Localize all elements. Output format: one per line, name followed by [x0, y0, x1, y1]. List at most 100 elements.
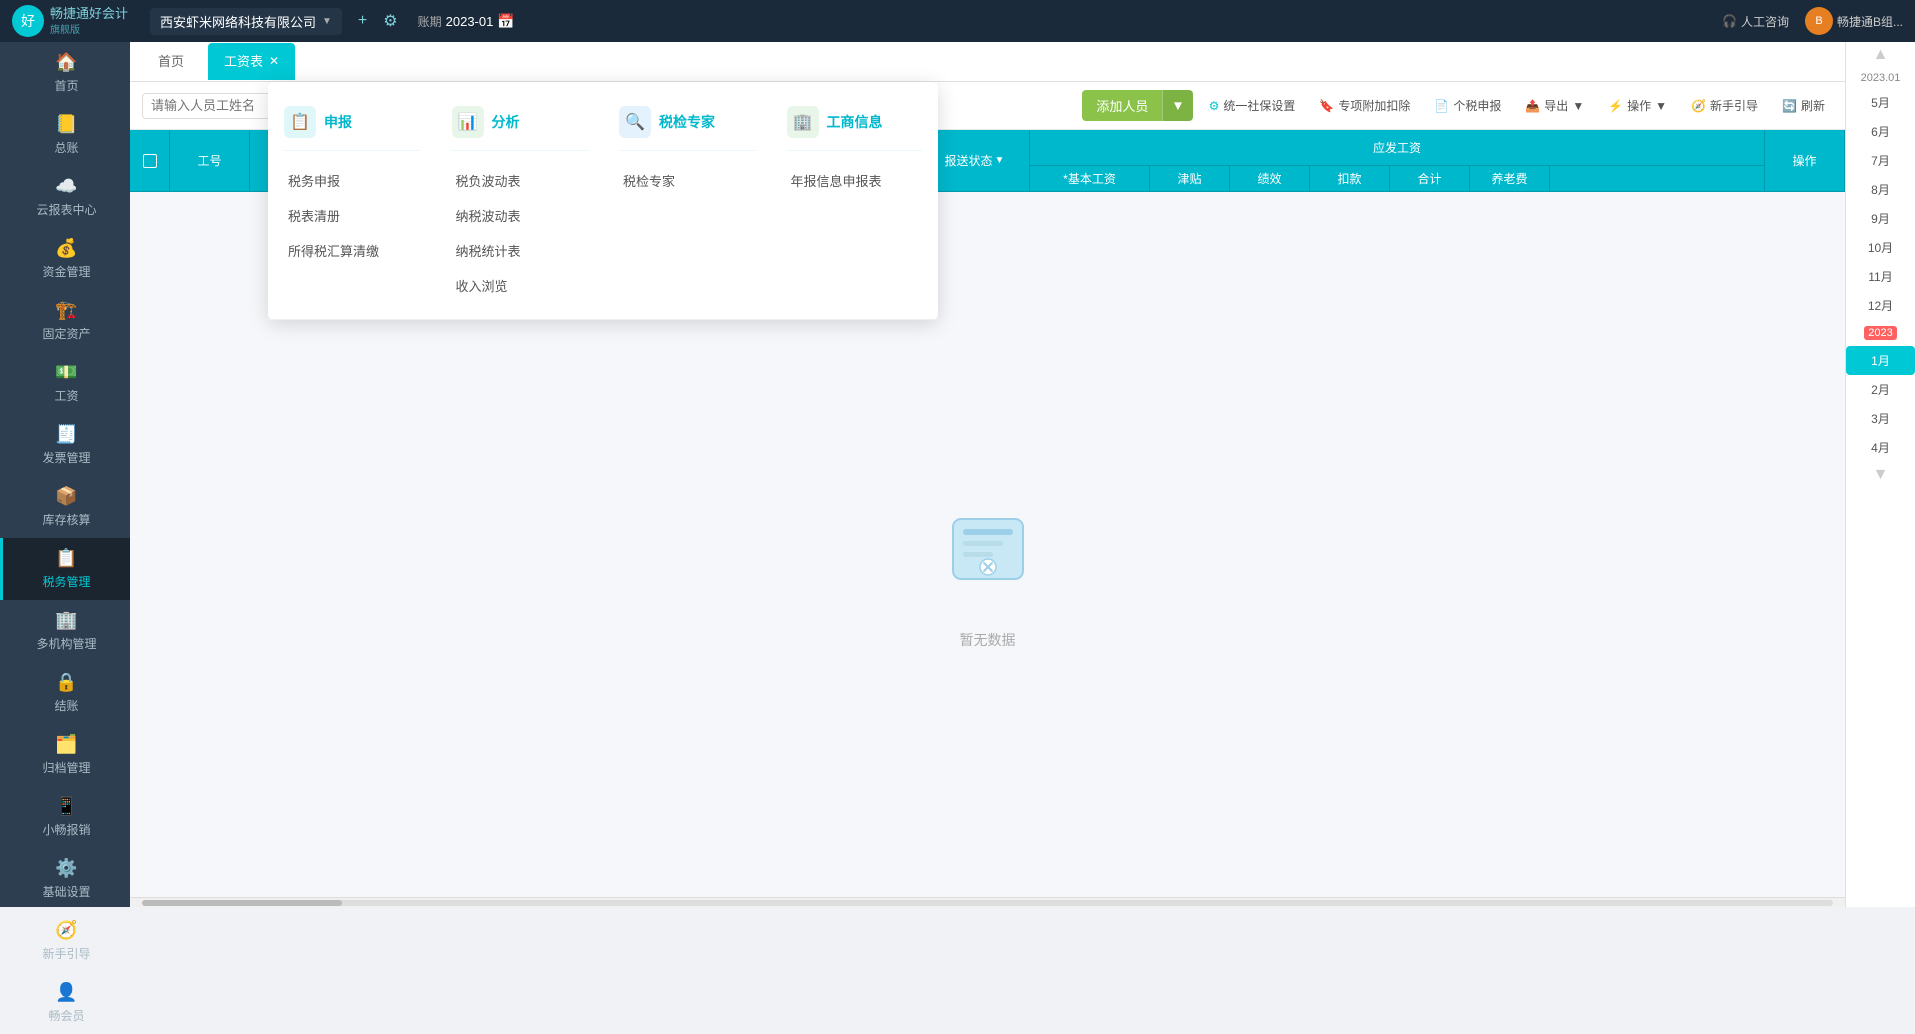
header-actions: + ⚙	[354, 7, 402, 35]
sidebar-label-close-account: 结账	[54, 697, 78, 714]
scrollbar-thumb[interactable]	[142, 900, 342, 906]
sidebar-item-invoice[interactable]: 🧾 发票管理	[0, 414, 130, 476]
period-label: 账期	[418, 13, 442, 30]
calendar-month-6[interactable]: 6月	[1846, 117, 1915, 146]
empty-text: 暂无数据	[960, 630, 1016, 650]
menu-col-declaration-header: 📋 申报	[284, 98, 420, 151]
content-area: 首页 工资表 ✕ 🔍 添加人员 ▼ ⚙ 统一社保设置	[130, 42, 1845, 907]
th-perf[interactable]: 绩效	[1230, 166, 1310, 191]
menu-item-tax-check[interactable]: 税检专家	[619, 163, 755, 198]
panel-down-button[interactable]: ▼	[1869, 462, 1893, 488]
operations-dropdown-icon: ▼	[1655, 99, 1667, 113]
calendar-month-1[interactable]: 1月	[1846, 346, 1915, 375]
calendar-icon[interactable]: 📅	[497, 13, 514, 30]
sidebar-label-multi: 多机构管理	[36, 635, 96, 652]
calendar-month-8[interactable]: 8月	[1846, 175, 1915, 204]
menu-item-tax-stats[interactable]: 纳税统计表	[452, 233, 588, 268]
menu-col-tax-expert-header: 🔍 税检专家	[619, 98, 755, 151]
sidebar-item-assets[interactable]: 🏗️ 固定资产	[0, 290, 130, 352]
calendar-month-4[interactable]: 4月	[1846, 433, 1915, 462]
tab-home[interactable]: 首页	[142, 43, 200, 80]
sidebar-item-ledger[interactable]: 📒 总账	[0, 104, 130, 166]
company-selector[interactable]: 西安虾米网络科技有限公司 ▼	[150, 8, 342, 35]
home-icon: 🏠	[55, 52, 77, 73]
sidebar-item-cloud[interactable]: ☁️ 云报表中心	[0, 166, 130, 228]
tax-icon: 📋	[55, 548, 77, 569]
menu-item-tax-payment[interactable]: 纳税波动表	[452, 198, 588, 233]
th-total[interactable]: 合计	[1390, 166, 1470, 191]
tab-close-button[interactable]: ✕	[269, 54, 279, 68]
header-right: 🎧 人工咨询 B 畅捷通B组...	[1722, 7, 1903, 35]
calendar-month-11[interactable]: 11月	[1846, 262, 1915, 291]
th-check[interactable]	[130, 130, 170, 191]
app-logo-icon: 好	[12, 5, 44, 37]
archive-icon: 🗂️	[55, 734, 77, 755]
th-salary-group-label: 应发工资	[1030, 130, 1764, 166]
headset-icon: 🎧	[1722, 14, 1737, 28]
tab-payroll[interactable]: 工资表 ✕	[208, 43, 295, 80]
export-button[interactable]: 📤 导出 ▼	[1517, 93, 1592, 118]
th-deduct[interactable]: 扣款	[1310, 166, 1390, 191]
sidebar-item-basic[interactable]: ⚙️ 基础设置	[0, 848, 130, 910]
sidebar-label-home: 首页	[54, 77, 78, 94]
human-service-button[interactable]: 🎧 人工咨询	[1722, 13, 1789, 30]
menu-item-tax-table[interactable]: 税表清册	[284, 198, 420, 233]
menu-item-income-calc[interactable]: 所得税汇算清缴	[284, 233, 420, 268]
sidebar-item-close-account[interactable]: 🔒 结账	[0, 662, 130, 724]
empty-icon	[938, 499, 1038, 618]
sidebar-item-tax[interactable]: 📋 税务管理	[0, 538, 130, 600]
operations-button[interactable]: ⚡ 操作 ▼	[1600, 93, 1675, 118]
company-dropdown-icon: ▼	[322, 16, 332, 27]
report-filter-icon: ▼	[995, 155, 1005, 166]
sidebar-item-archive[interactable]: 🗂️ 归档管理	[0, 724, 130, 786]
th-basic[interactable]: *基本工资	[1030, 166, 1150, 191]
add-company-button[interactable]: +	[354, 8, 371, 34]
user-avatar: B	[1805, 7, 1833, 35]
menu-item-annual-report[interactable]: 年报信息申报表	[787, 163, 923, 198]
th-ops[interactable]: 操作	[1765, 130, 1845, 191]
logo-area: 好 畅捷通好会计 旗舰版	[12, 5, 142, 37]
calendar-month-3[interactable]: 3月	[1846, 404, 1915, 433]
calendar-month-2[interactable]: 2月	[1846, 375, 1915, 404]
period-header: 2023.01	[1861, 68, 1901, 88]
sidebar-item-member[interactable]: 👤 畅会员	[0, 972, 130, 1034]
scrollbar-track	[142, 900, 1833, 906]
panel-up-button[interactable]: ▲	[1869, 42, 1893, 68]
tax-return-button[interactable]: 📄 个税申报	[1426, 93, 1509, 118]
sidebar-item-mini[interactable]: 📱 小畅报销	[0, 786, 130, 848]
user-info[interactable]: B 畅捷通B组...	[1805, 7, 1903, 35]
th-id[interactable]: 工号	[170, 130, 250, 191]
tax-expert-header-icon: 🔍	[619, 106, 651, 138]
add-person-main-button[interactable]: 添加人员	[1082, 90, 1162, 121]
settings-button[interactable]: ⚙	[379, 7, 401, 35]
calendar-month-5[interactable]: 5月	[1846, 88, 1915, 117]
sidebar-item-payroll[interactable]: 💵 工资	[0, 352, 130, 414]
guide-button[interactable]: 🧭 新手引导	[1683, 93, 1766, 118]
add-person-split-button[interactable]: ▼	[1162, 90, 1192, 121]
sidebar-item-inventory[interactable]: 📦 库存核算	[0, 476, 130, 538]
menu-item-tax-burden[interactable]: 税负波动表	[452, 163, 588, 198]
menu-item-income-browse[interactable]: 收入浏览	[452, 268, 588, 303]
th-salary-group-container: 应发工资 *基本工资 津贴 绩效 扣款 合计 养老费	[1030, 130, 1765, 191]
add-person-button-group: 添加人员 ▼	[1082, 90, 1192, 121]
sidebar-item-capital[interactable]: 💰 资金管理	[0, 228, 130, 290]
sidebar-label-tax: 税务管理	[42, 573, 90, 590]
calendar-month-10[interactable]: 10月	[1846, 233, 1915, 262]
sidebar-item-guide[interactable]: 🧭 新手引导	[0, 910, 130, 972]
social-insurance-button[interactable]: ⚙ 统一社保设置	[1201, 93, 1304, 118]
sidebar-label-member: 畅会员	[48, 1007, 84, 1024]
sidebar-label-assets: 固定资产	[42, 325, 90, 342]
special-deduct-button[interactable]: 🔖 专项附加扣除	[1311, 93, 1418, 118]
calendar-month-12[interactable]: 12月	[1846, 291, 1915, 320]
menu-item-tax-declare[interactable]: 税务申报	[284, 163, 420, 198]
calendar-month-7[interactable]: 7月	[1846, 146, 1915, 175]
th-allowance[interactable]: 津贴	[1150, 166, 1230, 191]
calendar-month-9[interactable]: 9月	[1846, 204, 1915, 233]
sidebar-item-home[interactable]: 🏠 首页	[0, 42, 130, 104]
th-pension[interactable]: 养老费	[1470, 166, 1550, 191]
company-name: 西安虾米网络科技有限公司	[160, 12, 316, 31]
refresh-button[interactable]: 🔄 刷新	[1774, 93, 1833, 118]
bottom-scrollbar[interactable]	[130, 897, 1845, 907]
sidebar-item-multi[interactable]: 🏢 多机构管理	[0, 600, 130, 662]
analysis-header-icon: 📊	[452, 106, 484, 138]
